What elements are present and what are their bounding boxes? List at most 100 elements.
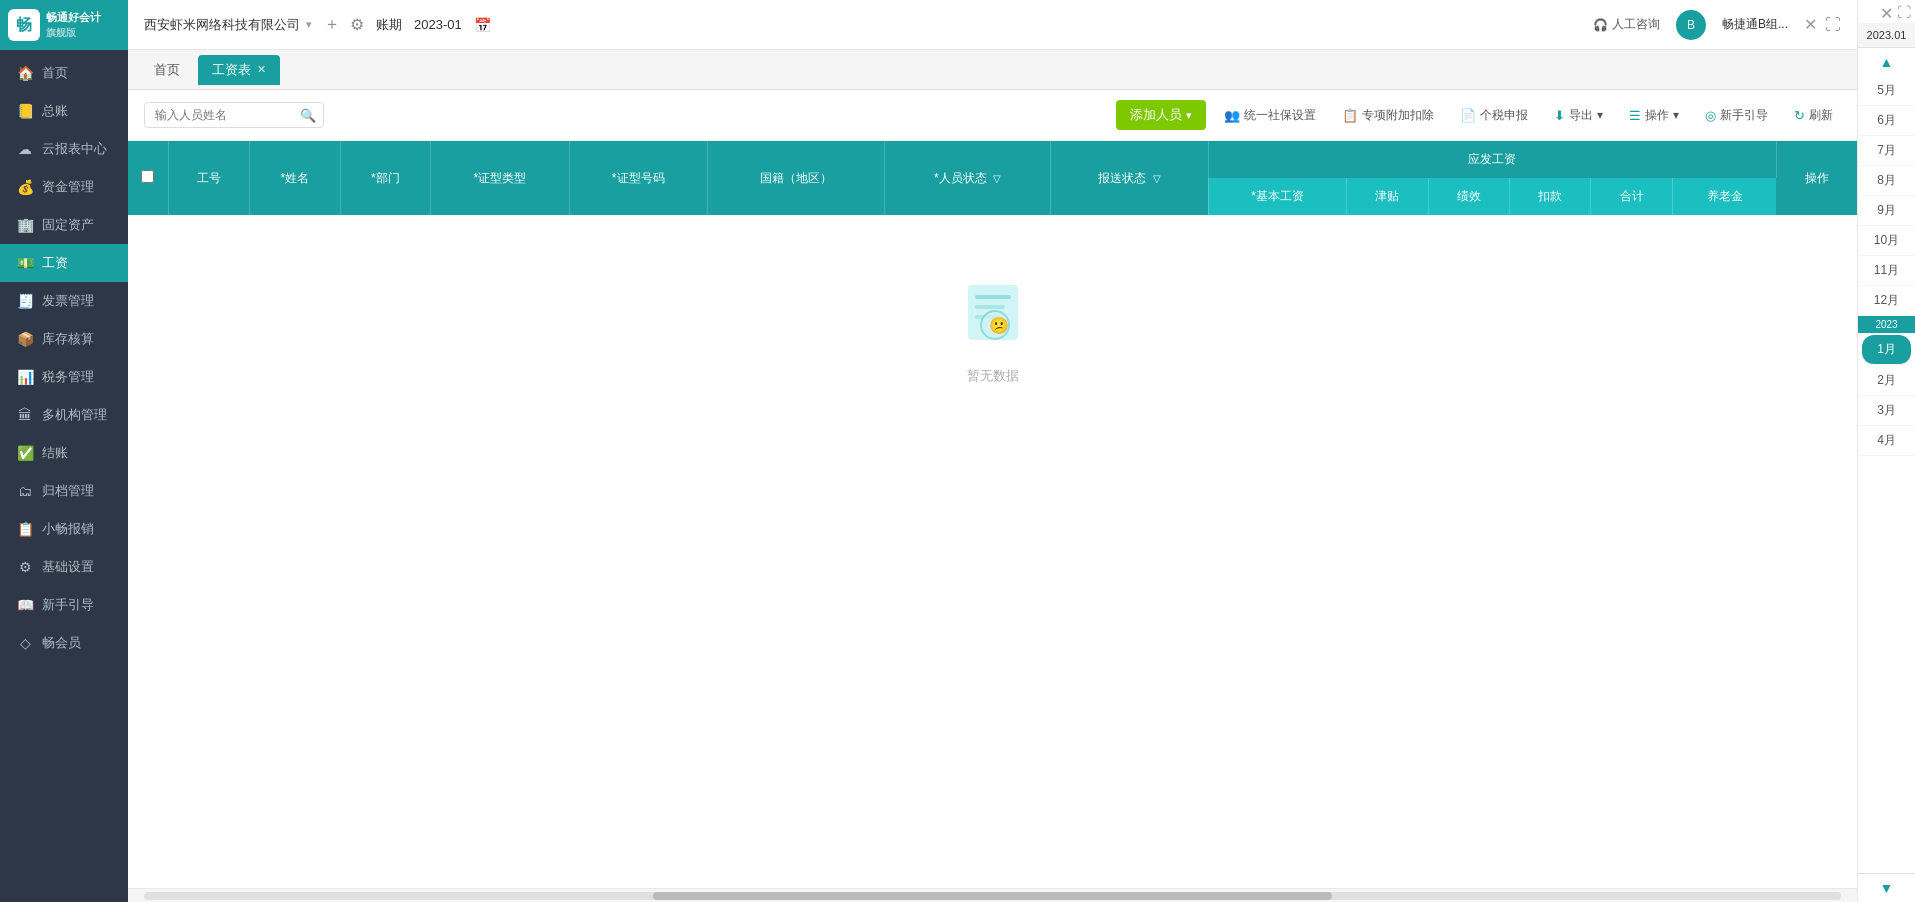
calendar-icon[interactable]: 📅 xyxy=(474,17,491,33)
report-filter-icon[interactable]: ▽ xyxy=(1153,173,1161,184)
search-wrapper: 🔍 xyxy=(144,102,324,128)
social-setting-button[interactable]: 👥 统一社保设置 xyxy=(1216,102,1324,129)
dropdown-arrow-icon: ▾ xyxy=(1186,109,1192,122)
guide-icon: ◎ xyxy=(1705,108,1716,123)
sidebar-item-invoice[interactable]: 🧾 发票管理 xyxy=(0,282,128,320)
app-edition: 旗舰版 xyxy=(46,26,101,40)
tax-declaration-button[interactable]: 📄 个税申报 xyxy=(1452,102,1536,129)
maximize-window-icon[interactable]: ⛶ xyxy=(1825,16,1841,34)
deduction-icon: 📋 xyxy=(1342,108,1358,123)
sidebar-item-multi-org[interactable]: 🏛 多机构管理 xyxy=(0,396,128,434)
empty-icon: 😕 xyxy=(953,275,1033,355)
export-label: 导出 xyxy=(1569,107,1593,124)
close-window-icon[interactable]: ✕ xyxy=(1804,15,1817,34)
th-total: 合计 xyxy=(1591,178,1672,215)
right-panel-header: 2023.01 xyxy=(1858,23,1915,48)
month-item-11[interactable]: 11月 xyxy=(1858,256,1915,286)
sidebar-item-cloud-report[interactable]: ☁ 云报表中心 xyxy=(0,130,128,168)
refresh-button[interactable]: ↻ 刷新 xyxy=(1786,102,1841,129)
app-logo: 畅 畅通好会计 旗舰版 xyxy=(0,0,128,50)
sidebar-item-inventory[interactable]: 📦 库存核算 xyxy=(0,320,128,358)
th-name: *姓名 xyxy=(249,141,340,215)
add-person-label: 添加人员 xyxy=(1130,106,1182,124)
operations-button[interactable]: ☰ 操作 ▾ xyxy=(1621,102,1687,129)
nav-up-icon[interactable]: ▲ xyxy=(1874,52,1900,72)
content-area: 🔍 添加人员 ▾ 👥 统一社保设置 📋 专项附加扣除 📄 个税申报 xyxy=(128,90,1857,902)
headset-icon: 🎧 xyxy=(1593,18,1608,32)
nav-down-icon[interactable]: ▼ xyxy=(1874,878,1900,898)
search-input[interactable] xyxy=(144,102,324,128)
sidebar-item-label: 发票管理 xyxy=(42,292,94,310)
th-report-status: 报送状态 ▽ xyxy=(1051,141,1209,215)
sidebar-item-tax[interactable]: 📊 税务管理 xyxy=(0,358,128,396)
cloud-icon: ☁ xyxy=(16,141,34,157)
company-selector[interactable]: 西安虾米网络科技有限公司 ▾ xyxy=(144,16,312,34)
social-icon: 👥 xyxy=(1224,108,1240,123)
month-item-9[interactable]: 9月 xyxy=(1858,196,1915,226)
sidebar-item-label: 基础设置 xyxy=(42,558,94,576)
guide-button[interactable]: ◎ 新手引导 xyxy=(1697,102,1776,129)
month-item-10[interactable]: 10月 xyxy=(1858,226,1915,256)
search-icon[interactable]: 🔍 xyxy=(300,108,316,123)
sidebar-item-home[interactable]: 🏠 首页 xyxy=(0,54,128,92)
month-item-8[interactable]: 8月 xyxy=(1858,166,1915,196)
sidebar-item-settings[interactable]: ⚙ 基础设置 xyxy=(0,548,128,586)
month-item-2[interactable]: 2月 xyxy=(1858,366,1915,396)
month-item-3[interactable]: 3月 xyxy=(1858,396,1915,426)
status-filter-icon[interactable]: ▽ xyxy=(993,173,1001,184)
sidebar-item-archive[interactable]: 🗂 归档管理 xyxy=(0,472,128,510)
add-company-icon[interactable]: ＋ xyxy=(324,14,340,35)
sidebar-item-settlement[interactable]: ✅ 结账 xyxy=(0,434,128,472)
sidebar-item-member[interactable]: ◇ 畅会员 xyxy=(0,624,128,662)
add-person-button[interactable]: 添加人员 ▾ xyxy=(1116,100,1206,130)
refresh-icon: ↻ xyxy=(1794,108,1805,123)
special-deduction-button[interactable]: 📋 专项附加扣除 xyxy=(1334,102,1442,129)
right-panel-footer: ▼ xyxy=(1858,873,1915,902)
table-scrollbar[interactable] xyxy=(128,888,1857,902)
svg-text:😕: 😕 xyxy=(989,316,1009,335)
month-list: 5月 6月 7月 8月 9月 10月 11月 12月 2023 1月 2月 3月… xyxy=(1858,76,1915,873)
month-item-12[interactable]: 12月 xyxy=(1858,286,1915,316)
settings-icon[interactable]: ⚙ xyxy=(350,15,364,34)
period-label: 账期 xyxy=(376,16,402,34)
sidebar-item-guide[interactable]: 📖 新手引导 xyxy=(0,586,128,624)
th-salary-group: 应发工资 xyxy=(1208,141,1776,178)
empty-text: 暂无数据 xyxy=(967,367,1019,385)
sidebar-item-label: 新手引导 xyxy=(42,596,94,614)
tax-declaration-label: 个税申报 xyxy=(1480,107,1528,124)
sidebar-item-ledger[interactable]: 📒 总账 xyxy=(0,92,128,130)
sidebar-item-label: 固定资产 xyxy=(42,216,94,234)
select-all-checkbox[interactable] xyxy=(141,170,154,183)
sidebar-item-fixed-assets[interactable]: 🏢 固定资产 xyxy=(0,206,128,244)
month-item-7[interactable]: 7月 xyxy=(1858,136,1915,166)
month-item-5[interactable]: 5月 xyxy=(1858,76,1915,106)
sidebar-item-expense[interactable]: 📋 小畅报销 xyxy=(0,510,128,548)
svg-rect-1 xyxy=(975,295,1011,299)
export-button[interactable]: ⬇ 导出 ▾ xyxy=(1546,102,1611,129)
sidebar-item-fund[interactable]: 💰 资金管理 xyxy=(0,168,128,206)
sidebar-item-label: 小畅报销 xyxy=(42,520,94,538)
tab-home[interactable]: 首页 xyxy=(140,55,194,85)
sidebar-item-salary[interactable]: 💵 工资 xyxy=(0,244,128,282)
th-performance: 绩效 xyxy=(1428,178,1509,215)
tab-home-label: 首页 xyxy=(154,61,180,79)
special-deduction-label: 专项附加扣除 xyxy=(1362,107,1434,124)
th-pension: 养老金 xyxy=(1672,178,1776,215)
th-checkbox[interactable] xyxy=(128,141,168,215)
ops-arrow-icon: ▾ xyxy=(1673,108,1679,122)
th-dept: *部门 xyxy=(340,141,431,215)
tab-salary[interactable]: 工资表 ✕ xyxy=(198,55,280,85)
panel-expand-button[interactable]: ⛶ xyxy=(1897,4,1911,23)
tab-close-icon[interactable]: ✕ xyxy=(257,63,266,76)
month-item-4[interactable]: 4月 xyxy=(1858,426,1915,456)
panel-close-button[interactable]: ✕ xyxy=(1880,4,1893,23)
month-item-6[interactable]: 6月 xyxy=(1858,106,1915,136)
logo-icon: 畅 xyxy=(8,9,40,41)
service-button[interactable]: 🎧 人工咨询 xyxy=(1593,16,1660,33)
sidebar-item-label: 库存核算 xyxy=(42,330,94,348)
fund-icon: 💰 xyxy=(16,179,34,195)
month-item-1[interactable]: 1月 xyxy=(1862,335,1911,365)
table-wrapper: 工号 *姓名 *部门 *证型类型 *证型号码 国籍（地区） *人员状态 ▽ 报送… xyxy=(128,141,1857,888)
main-content: 西安虾米网络科技有限公司 ▾ ＋ ⚙ 账期 2023-01 📅 🎧 人工咨询 B… xyxy=(128,0,1857,902)
app-name: 畅通好会计 xyxy=(46,10,101,24)
